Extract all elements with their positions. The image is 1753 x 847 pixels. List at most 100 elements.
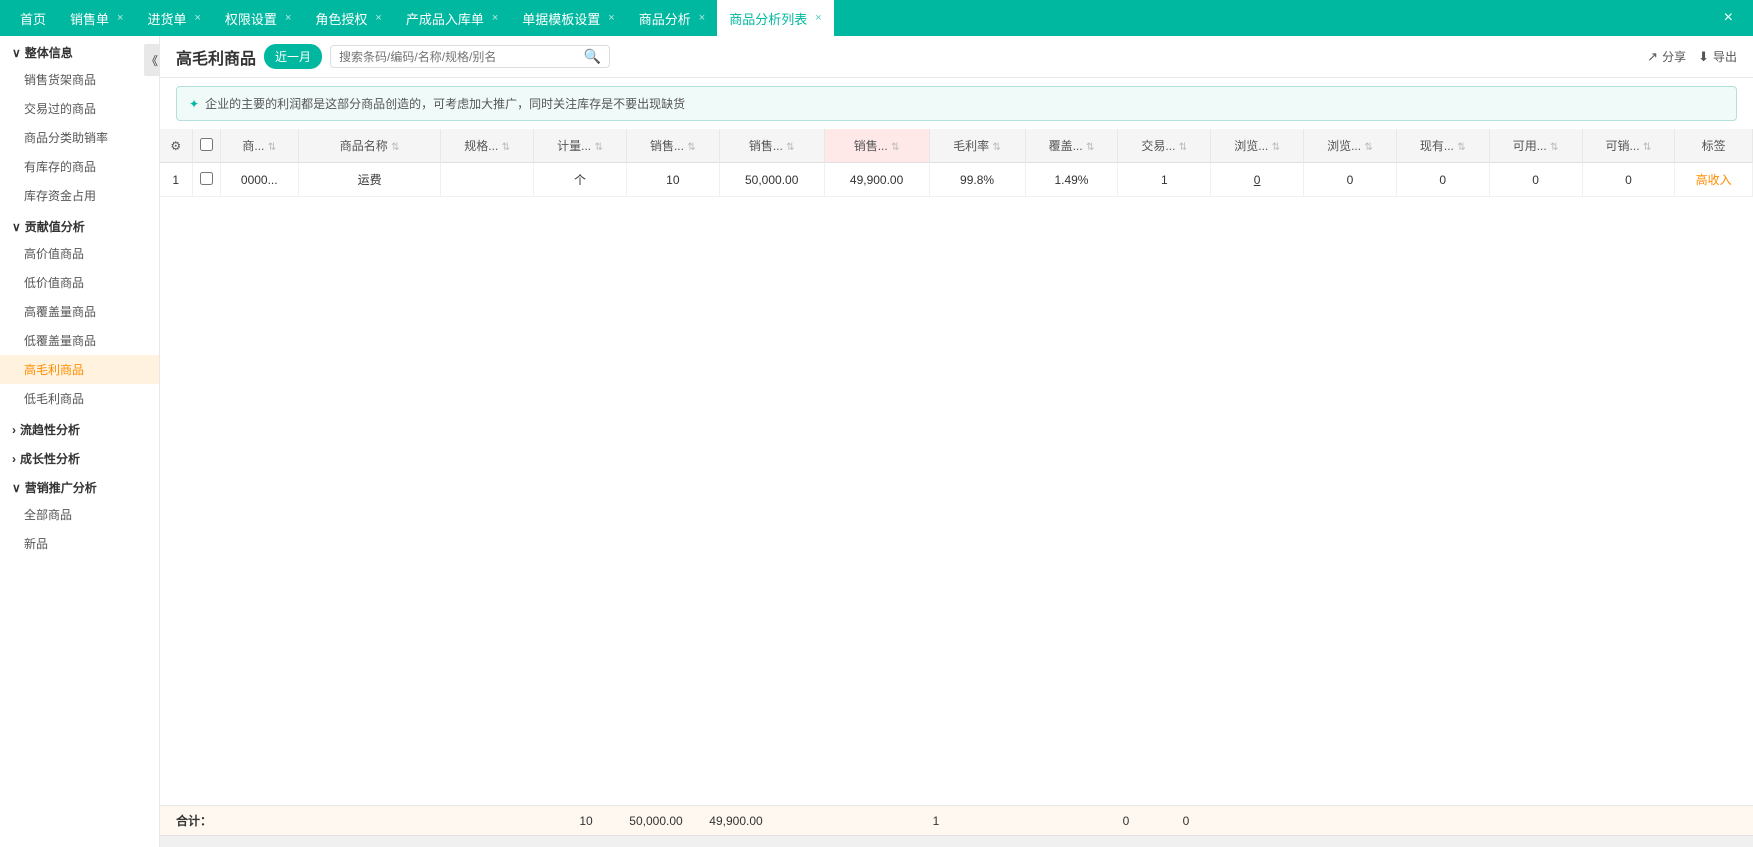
col-unit[interactable]: 计量... ⇅ (534, 129, 627, 163)
chevron-down-icon-2: ∨ (12, 220, 21, 234)
sidebar-item-category-rate[interactable]: 商品分类助销率 (0, 123, 159, 152)
sort-icon-current: ⇅ (1457, 142, 1465, 153)
sidebar-collapse-button[interactable]: 《 (144, 44, 160, 76)
nav-permission-settings[interactable]: 权限设置 × (213, 0, 303, 36)
sidebar-item-low-margin[interactable]: 低毛利商品 (0, 384, 159, 413)
cell-sales-profit: 49,900.00 (824, 163, 929, 197)
cell-unit: 个 (534, 163, 627, 197)
nav-template-settings[interactable]: 单据模板设置 × (510, 0, 626, 36)
col-sales-amt[interactable]: 销售... ⇅ (719, 129, 824, 163)
sidebar-section-growth[interactable]: › 成长性分析 (0, 442, 159, 471)
nav-permission-settings-close[interactable]: × (285, 12, 291, 24)
search-box[interactable]: 🔍 (330, 45, 610, 68)
table-row: 1 0000... 运费 个 10 50,000.00 49,900.00 99… (160, 163, 1753, 197)
col-name[interactable]: 商品名称 ⇅ (299, 129, 441, 163)
sort-icon-sellable: ⇅ (1643, 142, 1651, 153)
col-available[interactable]: 可用... ⇅ (1489, 129, 1582, 163)
chevron-right-icon-2: › (12, 452, 16, 466)
sort-icon-available: ⇅ (1550, 142, 1558, 153)
table-container[interactable]: ⚙ 商... ⇅ 商品名称 ⇅ (160, 129, 1753, 805)
sort-icon-browse1: ⇅ (1272, 142, 1280, 153)
col-sales-profit[interactable]: 销售... ⇅ (824, 129, 929, 163)
footer-cells: 10 50,000.00 49,900.00 1 0 0 (236, 814, 1737, 828)
share-button[interactable]: ↗ 分享 (1647, 48, 1686, 65)
col-browse1[interactable]: 浏览... ⇅ (1211, 129, 1304, 163)
nav-role-auth[interactable]: 角色授权 × (303, 0, 393, 36)
nav-product-inbound-close[interactable]: × (492, 12, 498, 24)
sidebar-item-sales-shelf[interactable]: 销售货架商品 (0, 65, 159, 94)
nav-product-analysis[interactable]: 商品分析 × (627, 0, 717, 36)
sidebar-item-high-coverage[interactable]: 高覆盖量商品 (0, 297, 159, 326)
cell-tag: 高收入 (1675, 163, 1753, 197)
col-sellable[interactable]: 可销... ⇅ (1582, 129, 1675, 163)
sort-icon-transaction: ⇅ (1179, 142, 1187, 153)
nav-purchase-order[interactable]: 进货单 × (135, 0, 212, 36)
sidebar-section-overall[interactable]: ∨ 整体信息 (0, 36, 159, 65)
sort-icon-sales-profit: ⇅ (891, 142, 899, 153)
col-browse2[interactable]: 浏览... ⇅ (1304, 129, 1397, 163)
horizontal-scrollbar[interactable] (160, 835, 1753, 847)
nav-product-inbound[interactable]: 产成品入库单 × (394, 0, 510, 36)
col-settings[interactable]: ⚙ (160, 129, 192, 163)
col-sales-qty[interactable]: 销售... ⇅ (626, 129, 719, 163)
cell-sellable: 0 (1582, 163, 1675, 197)
nav-template-settings-close[interactable]: × (608, 12, 614, 24)
sidebar-item-high-value[interactable]: 高价值商品 (0, 239, 159, 268)
export-button[interactable]: ⬇ 导出 (1698, 48, 1737, 65)
sidebar-item-in-stock[interactable]: 有库存的商品 (0, 152, 159, 181)
col-gross-rate[interactable]: 毛利率 ⇅ (929, 129, 1025, 163)
nav-product-analysis-list-close[interactable]: × (815, 12, 821, 24)
sidebar-item-high-margin[interactable]: 高毛利商品 (0, 355, 159, 384)
col-tag[interactable]: 标签 (1675, 129, 1753, 163)
search-icon[interactable]: 🔍 (584, 48, 601, 65)
sort-icon-gross-rate: ⇅ (993, 142, 1001, 153)
content-header: 高毛利商品 近一月 🔍 ↗ 分享 ⬇ 导出 (160, 36, 1753, 78)
sidebar-item-stock-capital[interactable]: 库存资金占用 (0, 181, 159, 210)
sidebar-item-all-products[interactable]: 全部商品 (0, 500, 159, 529)
cell-gross-rate: 99.8% (929, 163, 1025, 197)
nav-sales-order[interactable]: 销售单 × (58, 0, 135, 36)
sidebar-item-traded[interactable]: 交易过的商品 (0, 94, 159, 123)
nav-product-analysis-close[interactable]: × (699, 12, 705, 24)
col-coverage[interactable]: 覆盖... ⇅ (1025, 129, 1118, 163)
sidebar-section-marketing[interactable]: ∨ 营销推广分析 (0, 471, 159, 500)
sidebar-item-low-coverage[interactable]: 低覆盖量商品 (0, 326, 159, 355)
sort-icon-sales-qty: ⇅ (687, 142, 695, 153)
window-close-button[interactable]: × (1712, 9, 1745, 27)
footer-transaction: 1 (896, 814, 976, 828)
header-actions: ↗ 分享 ⬇ 导出 (1647, 48, 1737, 65)
footer-sales-amt: 50,000.00 (616, 814, 696, 828)
sort-icon-sales-amt: ⇅ (786, 142, 794, 153)
info-banner: ✦ 企业的主要的利润都是这部分商品创造的，可考虑加大推广，同时关注库存是不要出现… (176, 86, 1737, 121)
content-area: 高毛利商品 近一月 🔍 ↗ 分享 ⬇ 导出 ✦ 企业的主 (160, 36, 1753, 847)
col-code[interactable]: 商... ⇅ (220, 129, 299, 163)
sidebar-section-trend[interactable]: › 流趋性分析 (0, 413, 159, 442)
cell-name: 运费 (299, 163, 441, 197)
export-icon: ⬇ (1698, 49, 1709, 65)
sidebar-item-low-value[interactable]: 低价值商品 (0, 268, 159, 297)
top-navigation: 首页 销售单 × 进货单 × 权限设置 × 角色授权 × 产成品入库单 × 单据… (0, 0, 1753, 36)
col-spec[interactable]: 规格... ⇅ (441, 129, 534, 163)
page-title: 高毛利商品 (176, 45, 256, 69)
filter-last-month[interactable]: 近一月 (264, 44, 322, 69)
footer-available: 0 (1156, 814, 1216, 828)
nav-purchase-order-close[interactable]: × (194, 12, 200, 24)
nav-home[interactable]: 首页 (8, 0, 58, 36)
nav-product-analysis-list[interactable]: 商品分析列表 × (717, 0, 833, 36)
search-input[interactable] (339, 50, 580, 64)
col-current[interactable]: 现有... ⇅ (1396, 129, 1489, 163)
footer-sales-qty: 10 (556, 814, 616, 828)
nav-role-auth-close[interactable]: × (375, 12, 381, 24)
cell-checkbox[interactable] (192, 163, 220, 197)
cell-browse1[interactable]: 0 (1211, 163, 1304, 197)
sort-icon-name: ⇅ (391, 142, 399, 153)
row-checkbox[interactable] (200, 172, 213, 185)
select-all-checkbox[interactable] (200, 138, 213, 151)
sidebar-item-new-products[interactable]: 新品 (0, 529, 159, 558)
cell-current: 0 (1396, 163, 1489, 197)
sidebar-section-contribution[interactable]: ∨ 贡献值分析 (0, 210, 159, 239)
nav-sales-order-close[interactable]: × (117, 12, 123, 24)
col-checkbox[interactable] (192, 129, 220, 163)
col-transaction[interactable]: 交易... ⇅ (1118, 129, 1211, 163)
cell-transaction: 1 (1118, 163, 1211, 197)
